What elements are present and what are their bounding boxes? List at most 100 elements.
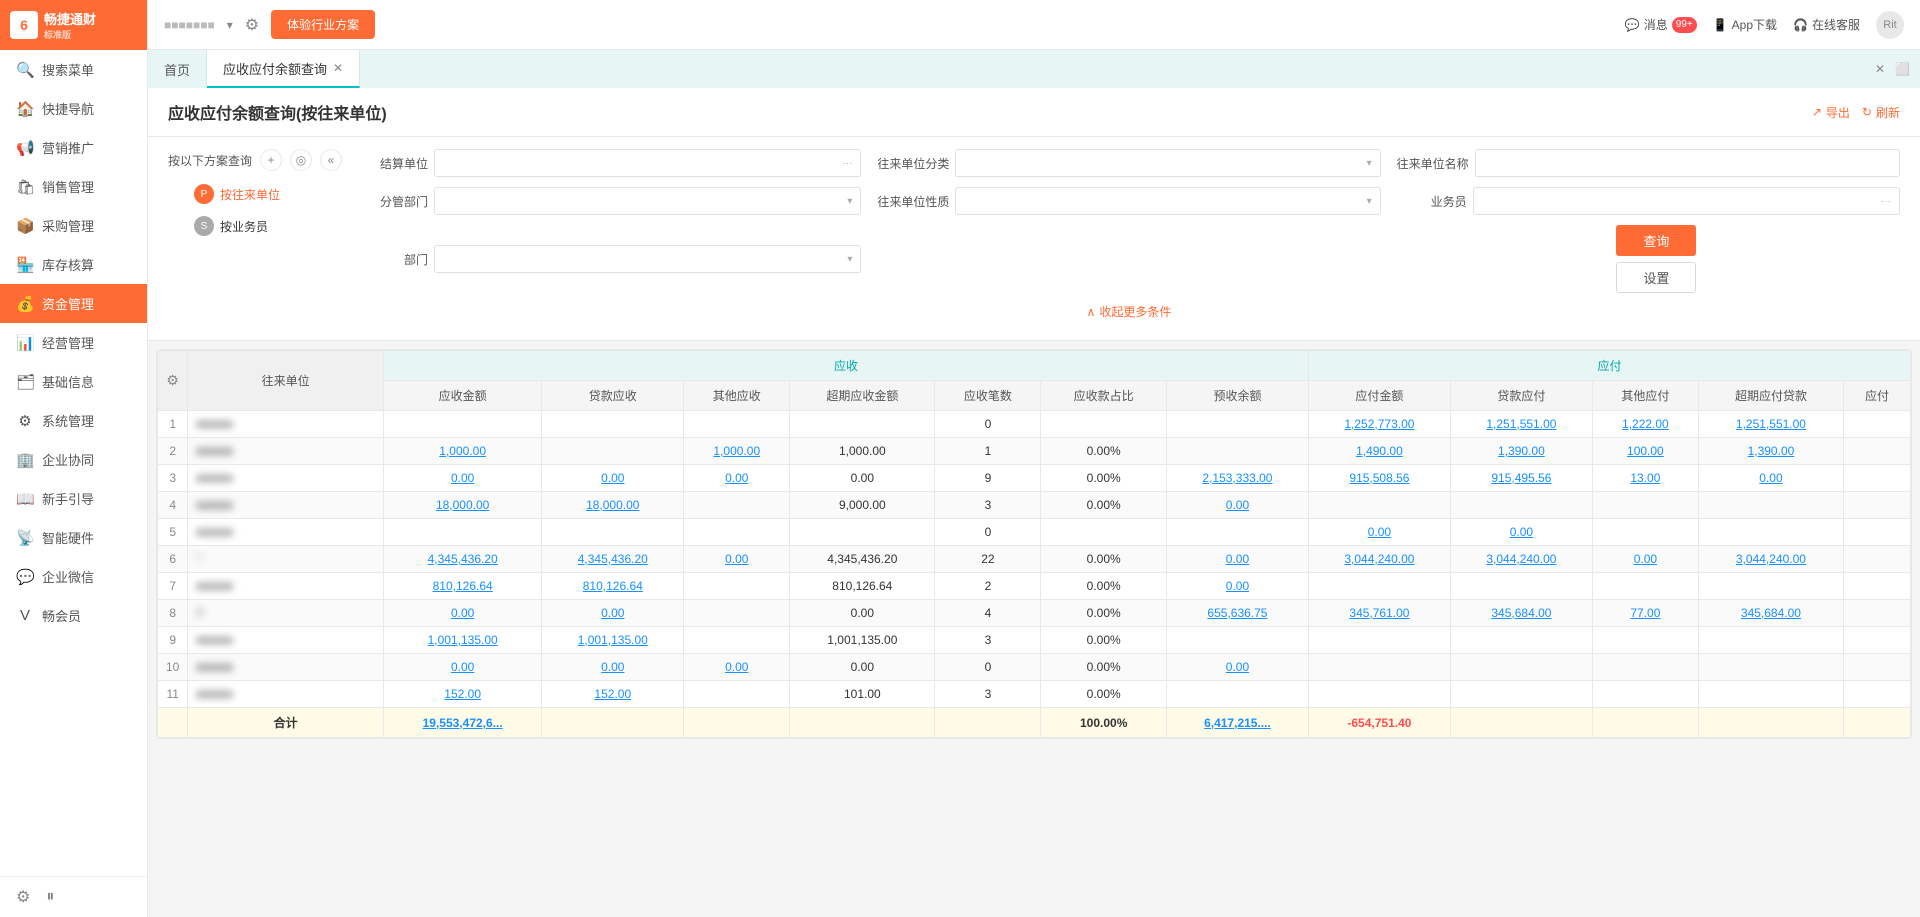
user-avatar[interactable]: Rit xyxy=(1876,11,1904,39)
sidebar-item-vip[interactable]: V 畅会员 xyxy=(0,596,147,635)
wechat-icon: 💬 xyxy=(16,568,34,586)
dropdown-arrow[interactable]: ▾ xyxy=(227,18,233,32)
sidebar-item-smarthw[interactable]: 📡 智能硬件 xyxy=(0,518,147,557)
sidebar-item-label: 采购管理 xyxy=(42,216,94,235)
collapse-btn[interactable]: ∧ 收起更多条件 xyxy=(1087,303,1172,320)
tab-bar-actions: ✕ ⬜ xyxy=(1865,50,1920,88)
query-button[interactable]: 查询 xyxy=(1616,225,1696,256)
col-other-payable: 其他应付 xyxy=(1592,381,1698,411)
vip-icon: V xyxy=(16,607,34,624)
table-row: 1■■■■■01,252,773.001,251,551.001,222.001… xyxy=(158,411,1911,438)
promo-button[interactable]: 体验行业方案 xyxy=(271,10,375,39)
partner-category-input[interactable]: ▾ xyxy=(955,149,1380,177)
sidebar-item-quicknav[interactable]: 🏠 快捷导航 xyxy=(0,89,147,128)
filter-top: 按以下方案查询 + ◎ « xyxy=(168,149,342,171)
home-icon: 🏠 xyxy=(16,100,34,118)
tab-home-label: 首页 xyxy=(164,60,190,79)
table-row: 10■■■■■0.000.000.000.0000.00%0.00 xyxy=(158,654,1911,681)
field-partner-type: 往来单位性质 ▾ xyxy=(877,187,1380,215)
table-row: 3■■■■■0.000.000.000.0090.00%2,153,333.00… xyxy=(158,465,1911,492)
marketing-icon: 📢 xyxy=(16,139,34,157)
tab-receivable[interactable]: 应收应付余额查询 ✕ xyxy=(207,50,360,88)
sidebar-item-inventory[interactable]: 🏪 库存核算 xyxy=(0,245,147,284)
sidebar-item-operation[interactable]: 📊 经营管理 xyxy=(0,323,147,362)
col-prepaid-balance: 预收余额 xyxy=(1166,381,1308,411)
close-window-icon[interactable]: ✕ xyxy=(1875,62,1885,76)
app-download-btn[interactable]: 📱 App下载 xyxy=(1713,16,1777,33)
add-filter-btn[interactable]: + xyxy=(260,149,282,171)
inventory-icon: 🏪 xyxy=(16,256,34,274)
group-selector: P 按往来单位 S 按业务员 xyxy=(168,181,342,239)
sidebar-item-label: 新手引导 xyxy=(42,489,94,508)
partner-type-input[interactable]: ▾ xyxy=(955,187,1380,215)
group-salesperson-icon: S xyxy=(194,216,214,236)
settings-gear-icon[interactable]: ⚙ xyxy=(245,15,259,35)
sidebar-item-system[interactable]: ⚙ 系统管理 xyxy=(0,401,147,440)
group-by-salesperson[interactable]: S 按业务员 xyxy=(188,213,342,239)
collapse-icon[interactable]: ⏸ xyxy=(46,888,54,906)
sidebar-item-purchase[interactable]: 📦 采购管理 xyxy=(0,206,147,245)
sidebar-item-label: 企业微信 xyxy=(42,567,94,586)
sidebar-item-label: 资金管理 xyxy=(42,294,94,313)
online-service-btn[interactable]: 🎧 在线客服 xyxy=(1793,16,1860,33)
department-input[interactable]: ▾ xyxy=(434,245,861,273)
group-by-partner[interactable]: P 按往来单位 xyxy=(188,181,342,207)
table-row: 11■■■■■152.00152.00101.0030.00% xyxy=(158,681,1911,708)
table-footer: 合计 19,553,472,6... 100.00% 6,417,215....… xyxy=(158,708,1911,738)
sidebar-item-finance[interactable]: 💰 资金管理 xyxy=(0,284,147,323)
group-partner-icon: P xyxy=(194,184,214,204)
group-partner-label: 按往来单位 xyxy=(220,186,280,203)
service-icon: 🎧 xyxy=(1793,18,1808,32)
settlement-unit-input[interactable]: ··· xyxy=(434,149,861,177)
settings-filter-btn[interactable]: ◎ xyxy=(290,149,312,171)
page-header: 应收应付余额查询(按往来单位) ↗ 导出 ↻ 刷新 xyxy=(148,88,1920,137)
col-payable-more: 应付 xyxy=(1844,381,1911,411)
export-button[interactable]: ↗ 导出 xyxy=(1812,104,1850,121)
col-receivable-ratio: 应收款占比 xyxy=(1041,381,1167,411)
footer-prepaid-balance[interactable]: 6,417,215.... xyxy=(1166,708,1308,738)
footer-receivable-count xyxy=(935,708,1041,738)
app-download-icon: 📱 xyxy=(1713,18,1728,32)
sidebar-item-basic[interactable]: 🗂 基础信息 xyxy=(0,362,147,401)
settings-icon[interactable]: ⚙ xyxy=(16,887,30,907)
collapse-icon: ∧ xyxy=(1087,305,1096,319)
col-receivable-amount: 应收金额 xyxy=(384,381,542,411)
col-loan-receivable: 贷款应收 xyxy=(542,381,684,411)
top-header: ■■■■■■■ ▾ ⚙ 体验行业方案 💬 消息 99+ 📱 App下载 🎧 在线… xyxy=(148,0,1920,50)
tab-home[interactable]: 首页 xyxy=(148,50,207,88)
header-right: 💬 消息 99+ 📱 App下载 🎧 在线客服 Rit xyxy=(1625,11,1904,39)
partner-name-input[interactable] xyxy=(1475,149,1900,177)
field-label-name: 往来单位名称 xyxy=(1397,155,1469,172)
refresh-button[interactable]: ↻ 刷新 xyxy=(1862,104,1900,121)
branch-dept-input[interactable]: ▾ xyxy=(434,187,861,215)
settings-button[interactable]: 设置 xyxy=(1616,262,1696,293)
app-download-label: App下载 xyxy=(1732,16,1777,33)
system-icon: ⚙ xyxy=(16,412,34,430)
payable-group-header: 应付 xyxy=(1308,351,1910,381)
sidebar-item-sales[interactable]: 🛍 销售管理 xyxy=(0,167,147,206)
notification-badge: 99+ xyxy=(1672,17,1697,33)
field-label-settlement: 结算单位 xyxy=(358,155,428,172)
sidebar-item-wechat[interactable]: 💬 企业微信 xyxy=(0,557,147,596)
field-partner-name: 往来单位名称 xyxy=(1397,149,1900,177)
notification-label: 消息 xyxy=(1644,16,1668,33)
receivable-group-header: 应收 xyxy=(384,351,1309,381)
sidebar-item-enterprise[interactable]: 🏢 企业协同 xyxy=(0,440,147,479)
finance-icon: 💰 xyxy=(16,295,34,313)
tab-close-icon[interactable]: ✕ xyxy=(333,61,343,75)
sidebar-item-search[interactable]: 🔍 搜索菜单 xyxy=(0,50,147,89)
salesperson-input[interactable]: ··· xyxy=(1473,187,1900,215)
purchase-icon: 📦 xyxy=(16,217,34,235)
table-settings-icon[interactable]: ⚙ xyxy=(166,372,179,388)
footer-receivable-amount[interactable]: 19,553,472,6... xyxy=(384,708,542,738)
maximize-icon[interactable]: ⬜ xyxy=(1895,62,1910,76)
field-branch-dept: 分管部门 ▾ xyxy=(358,187,861,215)
sidebar-item-guide[interactable]: 📖 新手引导 xyxy=(0,479,147,518)
sidebar-item-marketing[interactable]: 📢 营销推广 xyxy=(0,128,147,167)
sidebar-item-label: 智能硬件 xyxy=(42,528,94,547)
table-settings-header[interactable]: ⚙ xyxy=(158,351,188,411)
collapse-filter-btn[interactable]: « xyxy=(320,149,342,171)
footer-empty xyxy=(158,708,188,738)
notification-btn[interactable]: 💬 消息 99+ xyxy=(1625,16,1697,33)
sidebar-item-label: 系统管理 xyxy=(42,411,94,430)
